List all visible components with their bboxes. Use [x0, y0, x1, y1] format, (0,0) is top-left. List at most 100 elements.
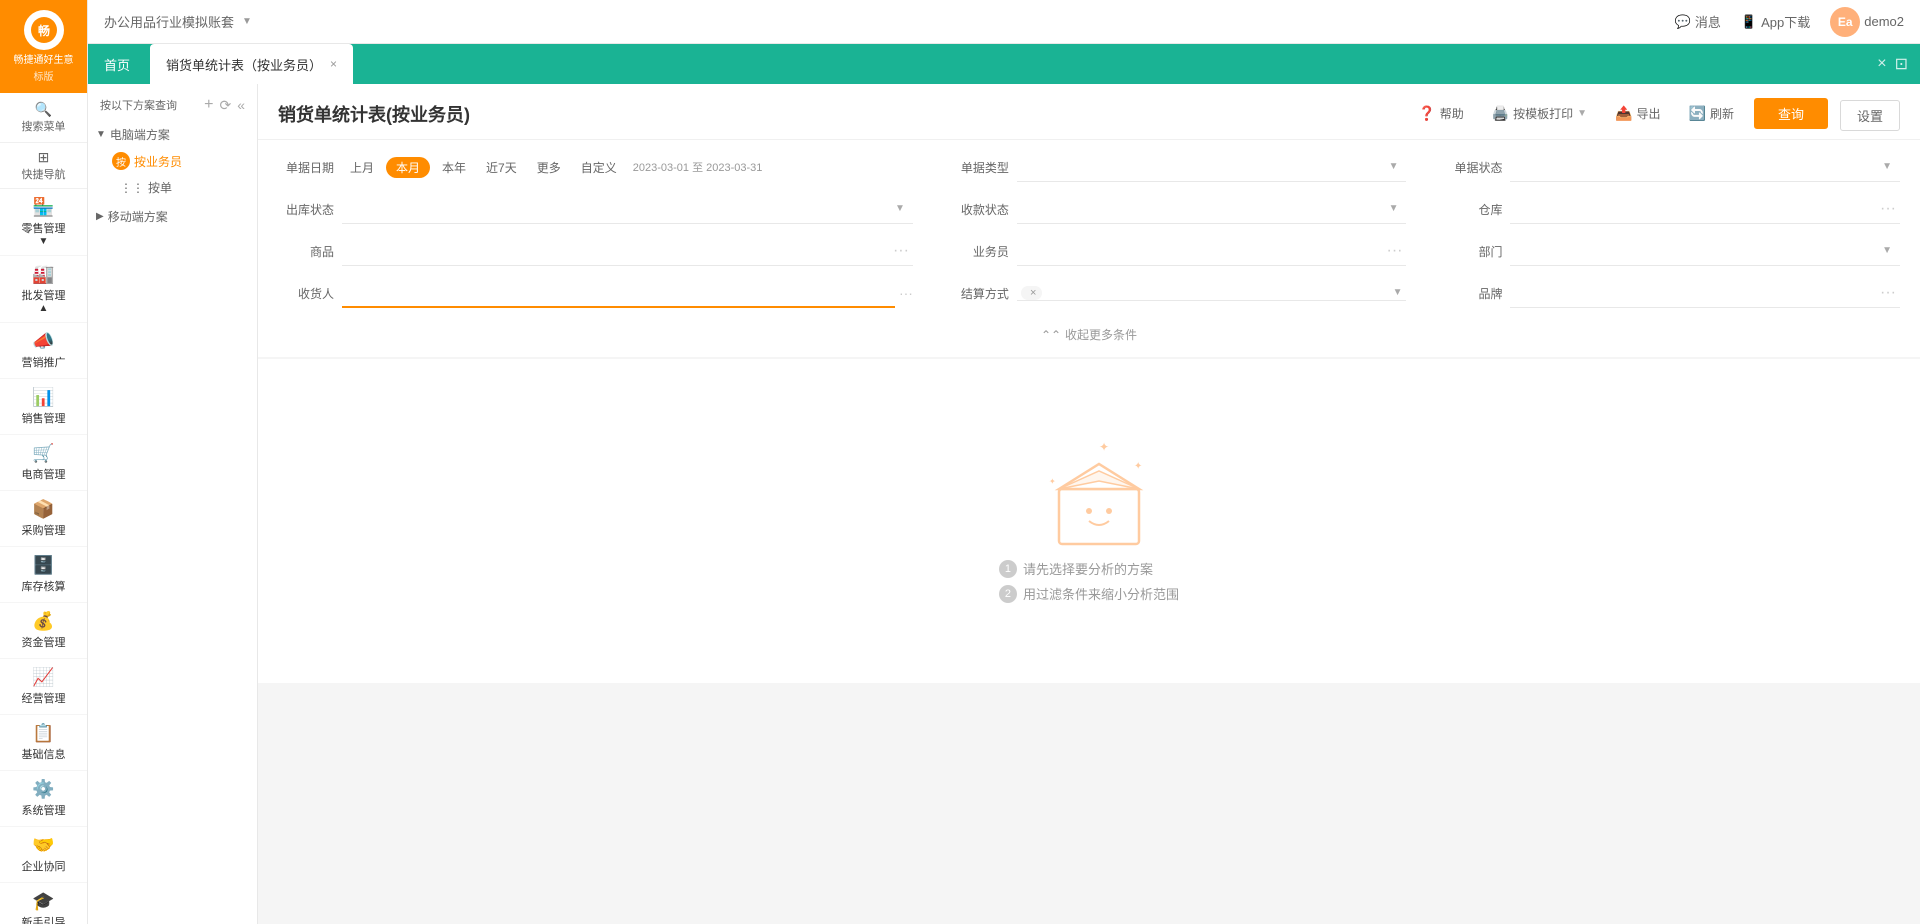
consignee-field: 收货人 ··· [278, 278, 913, 308]
refresh-label: 刷新 [1710, 105, 1734, 122]
svg-text:✦: ✦ [1099, 440, 1109, 454]
help-btn[interactable]: ❓ 帮助 [1410, 101, 1471, 126]
collapse-label: 收起更多条件 [1065, 326, 1137, 343]
bill-status-label: 单据状态 [1446, 159, 1502, 176]
stock-status-select[interactable]: ▼ [342, 194, 913, 224]
date-btn-thisyear[interactable]: 本年 [434, 156, 474, 179]
sidebar-item-marketing[interactable]: 📣 营销推广 [0, 323, 87, 379]
page-actions: ❓ 帮助 🖨️ 按模板打印 ▼ 📤 导出 🔄 刷新 [1410, 96, 1900, 131]
sidebar-item-basic-label: 基础信息 [22, 746, 66, 762]
sidebar-item-finance[interactable]: 💰 资金管理 [0, 603, 87, 659]
date-btn-7days[interactable]: 近7天 [478, 156, 525, 179]
company-dropdown-arrow[interactable]: ▼ [242, 16, 252, 27]
collapse-more-btn[interactable]: ⌃⌃ 收起更多条件 [278, 320, 1900, 345]
content-area: 按以下方案查询 + ⟳ « ▼ 电脑端方案 按 按业务员 ⋮⋮ [88, 84, 1920, 924]
main-area: 办公用品行业模拟账套 ▼ 💬 消息 📱 App下载 Ea demo2 首页 [88, 0, 1920, 924]
sidebar-item-ecommerce-label: 电商管理 [22, 466, 66, 482]
salesperson-input[interactable]: ··· [1017, 236, 1407, 266]
user-menu[interactable]: Ea demo2 [1830, 7, 1904, 37]
department-arrow: ▼ [1882, 245, 1892, 256]
settlement-label: 结算方式 [953, 285, 1009, 302]
topbar-right: 💬 消息 📱 App下载 Ea demo2 [1675, 7, 1904, 37]
goods-field: 商品 ··· [278, 236, 913, 266]
sidebar-item-ecommerce[interactable]: 🛒 电商管理 [0, 435, 87, 491]
tab-close-btn[interactable]: × [330, 57, 337, 71]
date-range-text: 2023-03-01 至 2023-03-31 [633, 159, 763, 175]
sidebar-item-wholesale[interactable]: 🏭 批发管理 ▲ [0, 256, 87, 323]
hint-text-1: 请先选择要分析的方案 [1023, 559, 1153, 578]
scheme-item-salesperson[interactable]: 按 按业务员 [88, 147, 257, 175]
hint-num-2: 2 [999, 585, 1017, 603]
collapse-panel-btn[interactable]: « [237, 97, 245, 113]
sidebar-item-ops[interactable]: 📈 经营管理 [0, 659, 87, 715]
tab-home[interactable]: 首页 [88, 44, 146, 84]
print-btn[interactable]: 🖨️ 按模板打印 ▼ [1484, 101, 1595, 126]
scheme-sub-item-order[interactable]: ⋮⋮ 按单 [88, 175, 257, 200]
empty-illustration: ✦ ✦ ✦ [1039, 439, 1139, 539]
tab-active[interactable]: 销货单统计表（按业务员） × [150, 44, 353, 84]
filter-section: 单据日期 上月 本月 本年 近7天 更多 自定义 2023-03-01 至 20… [258, 140, 1920, 357]
page-header: 销货单统计表(按业务员) ❓ 帮助 🖨️ 按模板打印 ▼ 📤 导出 [258, 84, 1920, 140]
window-close-icon[interactable]: × [1877, 55, 1886, 73]
goods-input[interactable]: ··· [342, 236, 913, 266]
consignee-label: 收货人 [278, 285, 334, 302]
add-scheme-btn[interactable]: + [204, 96, 213, 114]
export-btn[interactable]: 📤 导出 [1607, 101, 1668, 126]
refresh-btn[interactable]: 🔄 刷新 [1681, 101, 1742, 126]
filter-row-2: 出库状态 ▼ 收款状态 ▼ [278, 194, 1900, 224]
print-dropdown[interactable]: ▼ [1577, 108, 1587, 119]
collection-status-select[interactable]: ▼ [1017, 194, 1407, 224]
stock-status-field: 出库状态 ▼ [278, 194, 913, 224]
bill-type-select[interactable]: ▼ [1017, 152, 1407, 182]
ops-icon: 📈 [32, 667, 54, 688]
quick-nav[interactable]: ⊞ 快捷导航 [0, 143, 87, 189]
bill-status-select[interactable]: ▼ [1510, 152, 1900, 182]
window-max-icon[interactable]: ⊡ [1895, 54, 1908, 74]
sidebar-item-newbie[interactable]: 🎓 新手引导 [0, 883, 87, 924]
scheme-group-mobile[interactable]: ▶ 移动端方案 [88, 204, 257, 229]
empty-hints: 1 请先选择要分析的方案 2 用过滤条件来缩小分析范围 [999, 559, 1179, 603]
refresh-scheme-btn[interactable]: ⟳ [219, 97, 231, 114]
page-title: 销货单统计表(按业务员) [278, 101, 470, 127]
date-btn-thismonth[interactable]: 本月 [386, 157, 430, 178]
sidebar-item-purchase[interactable]: 📦 采购管理 [0, 491, 87, 547]
sidebar-item-enterprise[interactable]: 🤝 企业协同 [0, 827, 87, 883]
settlement-arrow[interactable]: ▼ [1393, 287, 1403, 298]
logo-icon: 畅 [24, 10, 64, 50]
date-field: 单据日期 上月 本月 本年 近7天 更多 自定义 2023-03-01 至 20… [278, 156, 913, 179]
department-field: 部门 ▼ [1446, 236, 1900, 266]
sidebar-item-stock-label: 库存核算 [22, 578, 66, 594]
logo-text: 畅捷通好生意 [10, 54, 78, 68]
refresh-icon: 🔄 [1689, 105, 1706, 122]
app-download-btn[interactable]: 📱 App下载 [1741, 12, 1810, 31]
search-menu[interactable]: 🔍 搜索菜单 [0, 93, 87, 143]
date-btn-custom[interactable]: 自定义 [573, 156, 625, 179]
left-panel: 按以下方案查询 + ⟳ « ▼ 电脑端方案 按 按业务员 ⋮⋮ [88, 84, 258, 924]
sidebar-item-retail[interactable]: 🏪 零售管理 ▼ [0, 189, 87, 256]
department-select[interactable]: ▼ [1510, 236, 1900, 266]
message-btn[interactable]: 💬 消息 [1675, 12, 1721, 31]
sidebar-item-basic[interactable]: 📋 基础信息 [0, 715, 87, 771]
sidebar-item-system[interactable]: ⚙️ 系统管理 [0, 771, 87, 827]
settlement-tag-close-btn[interactable]: × [1030, 287, 1036, 299]
scheme-group-desktop-label: 电脑端方案 [110, 126, 170, 143]
brand-input[interactable]: ··· [1510, 278, 1900, 308]
consignee-input[interactable] [342, 278, 895, 308]
warehouse-input[interactable]: ··· [1510, 194, 1900, 224]
sidebar-item-sales[interactable]: 📊 销售管理 [0, 379, 87, 435]
tab-active-label: 销货单统计表（按业务员） [166, 55, 322, 74]
consignee-dots[interactable]: ··· [899, 285, 913, 301]
query-button[interactable]: 查询 [1754, 98, 1828, 129]
scheme-sub-icon: ⋮⋮ [120, 181, 144, 195]
sidebar-item-stock[interactable]: 🗄️ 库存核算 [0, 547, 87, 603]
bill-status-arrow: ▼ [1882, 161, 1892, 172]
scheme-group-desktop-header[interactable]: ▼ 电脑端方案 [88, 122, 257, 147]
hint-item-1: 1 请先选择要分析的方案 [999, 559, 1179, 578]
date-btn-more[interactable]: 更多 [529, 156, 569, 179]
stock-status-label: 出库状态 [278, 201, 334, 218]
hint-item-2: 2 用过滤条件来缩小分析范围 [999, 584, 1179, 603]
settings-button[interactable]: 设置 [1840, 100, 1900, 131]
date-btn-lastmonth[interactable]: 上月 [342, 156, 382, 179]
scheme-item-salesperson-label: 按业务员 [134, 153, 182, 170]
collapse-icon: ⌃⌃ [1041, 328, 1061, 342]
